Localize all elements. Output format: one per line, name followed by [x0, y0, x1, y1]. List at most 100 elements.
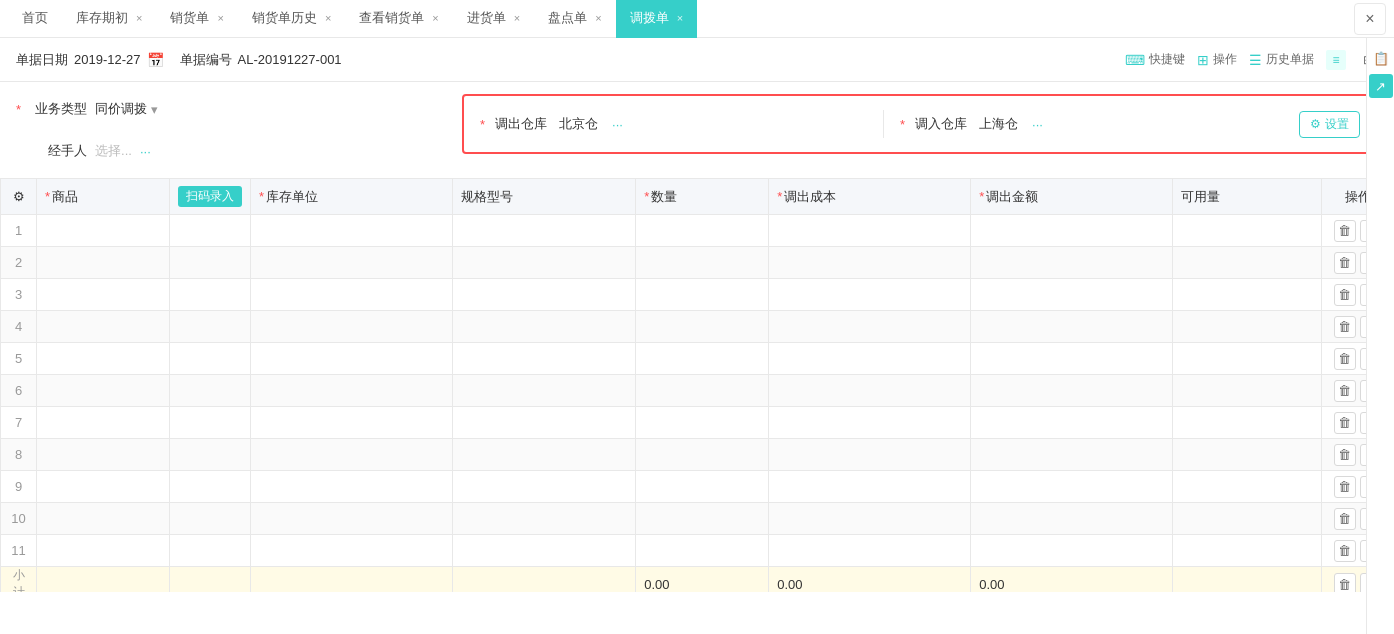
cell-spec-1[interactable] [452, 215, 635, 247]
cell-amount-2[interactable] [971, 247, 1173, 279]
tab-close-purchase-order[interactable]: × [514, 12, 520, 24]
cell-unit-2[interactable] [250, 247, 452, 279]
cell-amount-4[interactable] [971, 311, 1173, 343]
business-type-value[interactable]: 同价调拨 ▾ [95, 94, 275, 124]
date-value[interactable]: 2019-12-27 [74, 52, 141, 67]
cell-qty-7[interactable] [636, 407, 769, 439]
cell-product-11[interactable] [37, 535, 170, 567]
cell-amount-6[interactable] [971, 375, 1173, 407]
cell-spec-5[interactable] [452, 343, 635, 375]
tab-close-inventory-check[interactable]: × [595, 12, 601, 24]
delete-row-btn-2[interactable]: 🗑 [1334, 252, 1356, 274]
cell-qty-11[interactable] [636, 535, 769, 567]
cell-qty-3[interactable] [636, 279, 769, 311]
cell-product-5[interactable] [37, 343, 170, 375]
history-btn[interactable]: ☰ 历史单据 [1249, 51, 1314, 68]
cell-amount-5[interactable] [971, 343, 1173, 375]
tab-home[interactable]: 首页 [8, 0, 62, 38]
cell-product-6[interactable] [37, 375, 170, 407]
sidebar-expand-icon[interactable]: ↗ [1369, 74, 1393, 98]
cell-spec-3[interactable] [452, 279, 635, 311]
cell-qty-10[interactable] [636, 503, 769, 535]
delete-row-btn-7[interactable]: 🗑 [1334, 412, 1356, 434]
cell-available-8[interactable] [1173, 439, 1322, 471]
window-close-button[interactable]: × [1354, 3, 1386, 35]
cell-cost-1[interactable] [769, 215, 971, 247]
cell-available-7[interactable] [1173, 407, 1322, 439]
scan-entry-button[interactable]: 扫码录入 [178, 186, 242, 207]
cell-qty-8[interactable] [636, 439, 769, 471]
cell-unit-9[interactable] [250, 471, 452, 503]
tab-transfer-order[interactable]: 调拨单 × [616, 0, 697, 38]
cell-amount-8[interactable] [971, 439, 1173, 471]
cell-spec-8[interactable] [452, 439, 635, 471]
cell-amount-1[interactable] [971, 215, 1173, 247]
cell-available-10[interactable] [1173, 503, 1322, 535]
cell-available-9[interactable] [1173, 471, 1322, 503]
warehouse-out-more-btn[interactable]: ··· [612, 117, 623, 132]
cell-cost-9[interactable] [769, 471, 971, 503]
tab-close-sales-history[interactable]: × [325, 12, 331, 24]
cell-product-10[interactable] [37, 503, 170, 535]
cell-cost-7[interactable] [769, 407, 971, 439]
tab-close-view-sales[interactable]: × [432, 12, 438, 24]
delete-row-btn-6[interactable]: 🗑 [1334, 380, 1356, 402]
cell-cost-5[interactable] [769, 343, 971, 375]
cell-amount-3[interactable] [971, 279, 1173, 311]
cell-qty-6[interactable] [636, 375, 769, 407]
cell-unit-3[interactable] [250, 279, 452, 311]
cell-spec-11[interactable] [452, 535, 635, 567]
sidebar-doc-icon[interactable]: 📋 [1369, 46, 1393, 70]
cell-unit-1[interactable] [250, 215, 452, 247]
cell-product-3[interactable] [37, 279, 170, 311]
cell-product-1[interactable] [37, 215, 170, 247]
cell-spec-4[interactable] [452, 311, 635, 343]
tab-sales-history[interactable]: 销货单历史 × [238, 0, 345, 38]
cell-cost-3[interactable] [769, 279, 971, 311]
calendar-icon[interactable]: 📅 [147, 52, 164, 68]
cell-unit-10[interactable] [250, 503, 452, 535]
warehouse-setting-btn[interactable]: ⚙ 设置 [1299, 111, 1360, 138]
cell-spec-9[interactable] [452, 471, 635, 503]
cell-qty-2[interactable] [636, 247, 769, 279]
cell-cost-4[interactable] [769, 311, 971, 343]
cell-unit-6[interactable] [250, 375, 452, 407]
delete-row-btn-11[interactable]: 🗑 [1334, 540, 1356, 562]
cell-available-6[interactable] [1173, 375, 1322, 407]
cell-product-2[interactable] [37, 247, 170, 279]
delete-row-btn-5[interactable]: 🗑 [1334, 348, 1356, 370]
cell-qty-5[interactable] [636, 343, 769, 375]
warehouse-out-value[interactable]: 北京仓 [559, 115, 598, 133]
cell-spec-7[interactable] [452, 407, 635, 439]
delete-row-btn-9[interactable]: 🗑 [1334, 476, 1356, 498]
cell-unit-7[interactable] [250, 407, 452, 439]
cell-product-7[interactable] [37, 407, 170, 439]
cell-qty-4[interactable] [636, 311, 769, 343]
tab-purchase-order[interactable]: 进货单 × [453, 0, 534, 38]
business-type-dropdown-icon[interactable]: ▾ [151, 102, 158, 117]
cell-qty-9[interactable] [636, 471, 769, 503]
cell-cost-8[interactable] [769, 439, 971, 471]
tab-inventory-init[interactable]: 库存期初 × [62, 0, 156, 38]
cell-unit-4[interactable] [250, 311, 452, 343]
tab-inventory-check[interactable]: 盘点单 × [534, 0, 615, 38]
cell-spec-10[interactable] [452, 503, 635, 535]
cell-unit-11[interactable] [250, 535, 452, 567]
cell-cost-11[interactable] [769, 535, 971, 567]
warehouse-in-more-btn[interactable]: ··· [1032, 117, 1043, 132]
col-header-settings[interactable]: ⚙ [1, 179, 37, 215]
delete-row-btn-3[interactable]: 🗑 [1334, 284, 1356, 306]
tab-sales-order[interactable]: 销货单 × [156, 0, 237, 38]
cell-amount-10[interactable] [971, 503, 1173, 535]
cell-spec-6[interactable] [452, 375, 635, 407]
cell-unit-8[interactable] [250, 439, 452, 471]
cell-available-4[interactable] [1173, 311, 1322, 343]
cell-amount-11[interactable] [971, 535, 1173, 567]
cell-available-11[interactable] [1173, 535, 1322, 567]
tab-close-inventory-init[interactable]: × [136, 12, 142, 24]
operations-btn[interactable]: ⊞ 操作 [1197, 51, 1237, 68]
cell-spec-2[interactable] [452, 247, 635, 279]
cell-product-4[interactable] [37, 311, 170, 343]
delete-row-btn-10[interactable]: 🗑 [1334, 508, 1356, 530]
cell-unit-5[interactable] [250, 343, 452, 375]
